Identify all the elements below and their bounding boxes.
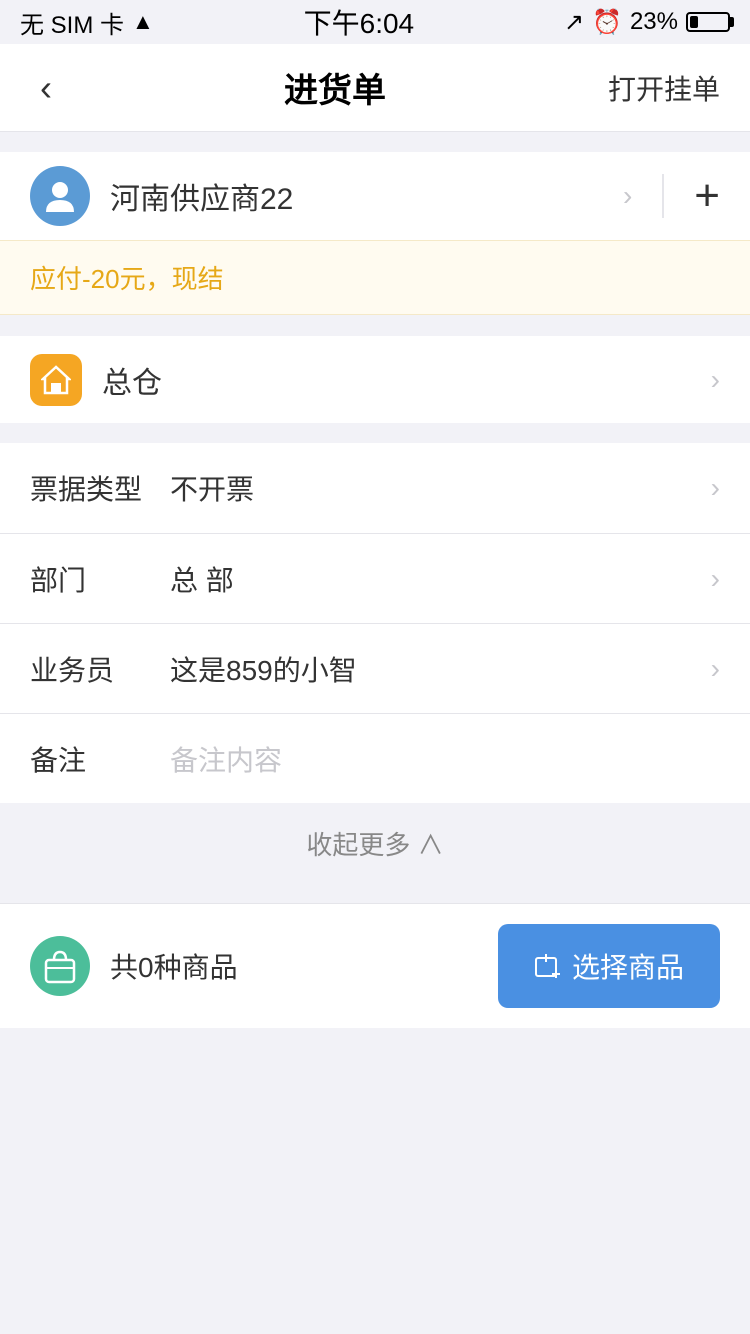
- section-gap-2: [0, 315, 750, 335]
- notice-bar: 应付-20元，现结: [0, 240, 750, 315]
- status-right: ↗ ⏰ 23%: [564, 8, 730, 37]
- wifi-icon: ▲: [132, 9, 154, 35]
- section-gap-3: [0, 423, 750, 443]
- page-title: 进货单: [284, 63, 386, 112]
- status-time: 下午6:04: [304, 2, 415, 42]
- shopping-bag-icon: [42, 948, 78, 984]
- remark-row[interactable]: 备注 备注内容: [0, 713, 750, 803]
- product-icon: [30, 936, 90, 996]
- warehouse-row[interactable]: 总仓 ›: [0, 335, 750, 423]
- remark-placeholder[interactable]: 备注内容: [170, 739, 720, 779]
- supplier-row[interactable]: 河南供应商22 › +: [0, 152, 750, 240]
- back-button[interactable]: ‹: [30, 57, 62, 119]
- supplier-name: 河南供应商22: [110, 174, 623, 218]
- supplier-arrow-icon: ›: [623, 180, 632, 212]
- salesperson-value: 这是859的小智: [170, 649, 711, 689]
- alarm-icon: ⏰: [592, 8, 622, 37]
- remark-label: 备注: [30, 739, 150, 779]
- bottom-background: [0, 1028, 750, 1328]
- supplier-card: 河南供应商22 › + 应付-20元，现结: [0, 152, 750, 315]
- select-product-button[interactable]: 选择商品: [498, 924, 720, 1008]
- section-gap-1: [0, 132, 750, 152]
- nav-bar: ‹ 进货单 打开挂单: [0, 44, 750, 132]
- open-pending-button[interactable]: 打开挂单: [608, 68, 720, 108]
- invoice-type-value: 不开票: [170, 468, 711, 508]
- add-supplier-button[interactable]: +: [694, 171, 720, 221]
- form-card: 票据类型 不开票 › 部门 总 部 › 业务员 这是859的小智 › 备注 备注…: [0, 443, 750, 803]
- invoice-type-arrow-icon: ›: [711, 472, 720, 504]
- salesperson-arrow-icon: ›: [711, 653, 720, 685]
- status-bar: 无 SIM 卡 ▲ 下午6:04 ↗ ⏰ 23%: [0, 0, 750, 44]
- collapse-button[interactable]: 收起更多 ∧: [0, 803, 750, 883]
- carrier-label: 无 SIM 卡: [20, 5, 124, 40]
- invoice-type-row[interactable]: 票据类型 不开票 ›: [0, 443, 750, 533]
- battery-percent: 23%: [630, 8, 678, 36]
- salesperson-row[interactable]: 业务员 这是859的小智 ›: [0, 623, 750, 713]
- warehouse-arrow-icon: ›: [711, 364, 720, 396]
- notice-text: 应付-20元，现结: [30, 264, 224, 294]
- person-icon: [42, 178, 78, 214]
- product-bar: 共0种商品 选择商品: [0, 903, 750, 1028]
- battery-icon: [686, 12, 730, 32]
- select-product-label: 选择商品: [572, 946, 684, 986]
- invoice-type-label: 票据类型: [30, 468, 150, 508]
- department-value: 总 部: [170, 559, 711, 599]
- warehouse-card: 总仓 ›: [0, 335, 750, 423]
- house-icon: [41, 365, 71, 395]
- salesperson-label: 业务员: [30, 649, 150, 689]
- supplier-avatar: [30, 166, 90, 226]
- collapse-label: 收起更多 ∧: [306, 825, 443, 862]
- department-row[interactable]: 部门 总 部 ›: [0, 533, 750, 623]
- department-label: 部门: [30, 559, 150, 599]
- department-arrow-icon: ›: [711, 563, 720, 595]
- add-product-icon: [534, 952, 562, 980]
- section-gap-4: [0, 883, 750, 903]
- location-icon: ↗: [564, 8, 584, 37]
- supplier-divider: [662, 174, 664, 218]
- product-count-label: 共0种商品: [110, 946, 498, 986]
- warehouse-name: 总仓: [102, 358, 711, 402]
- status-left: 无 SIM 卡 ▲: [20, 5, 154, 40]
- warehouse-icon: [30, 354, 82, 406]
